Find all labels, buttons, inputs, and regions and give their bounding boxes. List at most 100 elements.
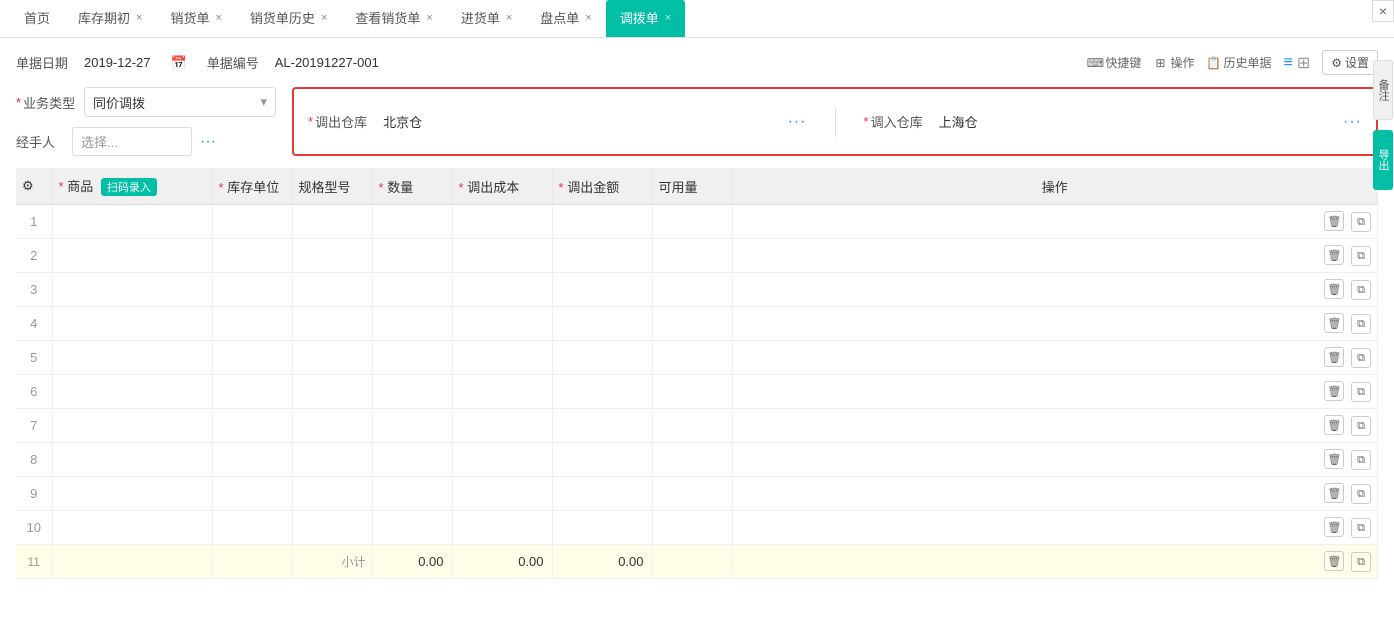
copy-row-icon-8[interactable]: ⧉ — [1351, 450, 1371, 470]
cost-cell-6[interactable] — [452, 375, 552, 409]
avail-cell-8[interactable] — [652, 443, 732, 477]
copy-row-icon-1[interactable]: ⧉ — [1351, 212, 1371, 232]
cost-cell-9[interactable] — [452, 477, 552, 511]
goods-cell-3[interactable] — [52, 273, 212, 307]
copy-row-icon-9[interactable]: ⧉ — [1351, 484, 1371, 504]
biz-type-select[interactable]: 同价调拨 ▾ — [84, 87, 276, 117]
close-sales-history[interactable]: × — [321, 12, 327, 24]
copy-row-icon-4[interactable]: ⧉ — [1351, 314, 1371, 334]
spec-cell-2[interactable] — [292, 239, 372, 273]
sidebar-export-btn[interactable]: 导出 — [1373, 130, 1393, 190]
unit-cell-6[interactable] — [212, 375, 292, 409]
spec-cell-6[interactable] — [292, 375, 372, 409]
goods-cell-1[interactable] — [52, 205, 212, 239]
tab-transfer-order[interactable]: 调拨单 × — [606, 0, 685, 37]
avail-cell-3[interactable] — [652, 273, 732, 307]
avail-cell-5[interactable] — [652, 341, 732, 375]
avail-cell-10[interactable] — [652, 511, 732, 545]
unit-cell-8[interactable] — [212, 443, 292, 477]
close-sales-order[interactable]: × — [215, 12, 221, 24]
qty-cell-1[interactable] — [372, 205, 452, 239]
tab-inventory-check[interactable]: 盘点单 × — [526, 0, 605, 37]
copy-row-icon-3[interactable]: ⧉ — [1351, 280, 1371, 300]
qty-cell-8[interactable] — [372, 443, 452, 477]
spec-cell-8[interactable] — [292, 443, 372, 477]
qty-cell-10[interactable] — [372, 511, 452, 545]
tab-home[interactable]: 首页 — [10, 0, 64, 37]
goods-cell-4[interactable] — [52, 307, 212, 341]
cost-cell-8[interactable] — [452, 443, 552, 477]
copy-row-icon-2[interactable]: ⧉ — [1351, 246, 1371, 266]
tab-inventory-init[interactable]: 库存期初 × — [64, 0, 156, 37]
cost-cell-4[interactable] — [452, 307, 552, 341]
cost-cell-3[interactable] — [452, 273, 552, 307]
delete-row-icon-7[interactable]: 🗑 — [1324, 415, 1344, 435]
delete-row-icon-10[interactable]: 🗑 — [1324, 517, 1344, 537]
qty-cell-4[interactable] — [372, 307, 452, 341]
view-toggle[interactable]: ≡ ⊞ — [1283, 53, 1310, 73]
cost-cell-10[interactable] — [452, 511, 552, 545]
close-window-button[interactable]: × — [1372, 0, 1394, 22]
unit-cell-2[interactable] — [212, 239, 292, 273]
qty-cell-3[interactable] — [372, 273, 452, 307]
in-warehouse-value[interactable]: 上海仓 — [931, 108, 1335, 136]
amount-cell-2[interactable] — [552, 239, 652, 273]
avail-cell-4[interactable] — [652, 307, 732, 341]
delete-icon[interactable]: 🗑 — [1324, 551, 1344, 571]
goods-cell-5[interactable] — [52, 341, 212, 375]
tab-purchase-order[interactable]: 进货单 × — [447, 0, 526, 37]
delete-row-icon-4[interactable]: 🗑 — [1324, 313, 1344, 333]
copy-icon[interactable]: ⧉ — [1351, 552, 1371, 572]
amount-cell-3[interactable] — [552, 273, 652, 307]
out-warehouse-value[interactable]: 北京仓 — [375, 108, 779, 136]
handler-select[interactable]: 选择... — [72, 127, 192, 156]
copy-row-icon-6[interactable]: ⧉ — [1351, 382, 1371, 402]
close-transfer-order[interactable]: × — [665, 12, 671, 24]
copy-row-icon-10[interactable]: ⧉ — [1351, 518, 1371, 538]
avail-cell-7[interactable] — [652, 409, 732, 443]
tab-sales-history[interactable]: 销货单历史 × — [236, 0, 341, 37]
unit-cell-9[interactable] — [212, 477, 292, 511]
delete-row-icon-6[interactable]: 🗑 — [1324, 381, 1344, 401]
tab-view-sales[interactable]: 查看销货单 × — [341, 0, 446, 37]
cost-cell-7[interactable] — [452, 409, 552, 443]
unit-cell-7[interactable] — [212, 409, 292, 443]
spec-cell-1[interactable] — [292, 205, 372, 239]
qty-cell-6[interactable] — [372, 375, 452, 409]
avail-cell-1[interactable] — [652, 205, 732, 239]
cost-cell-1[interactable] — [452, 205, 552, 239]
unit-cell-1[interactable] — [212, 205, 292, 239]
qty-cell-5[interactable] — [372, 341, 452, 375]
spec-cell-10[interactable] — [292, 511, 372, 545]
avail-cell-6[interactable] — [652, 375, 732, 409]
close-purchase-order[interactable]: × — [506, 12, 512, 24]
amount-cell-1[interactable] — [552, 205, 652, 239]
in-warehouse-more-btn[interactable]: ··· — [1343, 113, 1362, 131]
shortcut-btn[interactable]: ⌨ 快捷键 — [1088, 54, 1141, 71]
goods-cell-7[interactable] — [52, 409, 212, 443]
unit-cell-5[interactable] — [212, 341, 292, 375]
amount-cell-9[interactable] — [552, 477, 652, 511]
copy-row-icon-5[interactable]: ⧉ — [1351, 348, 1371, 368]
goods-cell-10[interactable] — [52, 511, 212, 545]
amount-cell-5[interactable] — [552, 341, 652, 375]
close-view-sales[interactable]: × — [426, 12, 432, 24]
handler-more-btn[interactable]: ··· — [200, 133, 216, 151]
avail-cell-9[interactable] — [652, 477, 732, 511]
delete-row-icon-2[interactable]: 🗑 — [1324, 245, 1344, 265]
goods-cell-8[interactable] — [52, 443, 212, 477]
amount-cell-10[interactable] — [552, 511, 652, 545]
history-btn[interactable]: 📋 历史单据 — [1206, 54, 1271, 71]
unit-cell-3[interactable] — [212, 273, 292, 307]
close-inventory-check[interactable]: × — [585, 12, 591, 24]
cost-cell-2[interactable] — [452, 239, 552, 273]
delete-row-icon-1[interactable]: 🗑 — [1324, 211, 1344, 231]
spec-cell-5[interactable] — [292, 341, 372, 375]
calendar-icon[interactable]: 📅 — [171, 55, 187, 71]
amount-cell-6[interactable] — [552, 375, 652, 409]
amount-cell-4[interactable] — [552, 307, 652, 341]
delete-row-icon-8[interactable]: 🗑 — [1324, 449, 1344, 469]
spec-cell-3[interactable] — [292, 273, 372, 307]
cost-cell-5[interactable] — [452, 341, 552, 375]
spec-cell-4[interactable] — [292, 307, 372, 341]
